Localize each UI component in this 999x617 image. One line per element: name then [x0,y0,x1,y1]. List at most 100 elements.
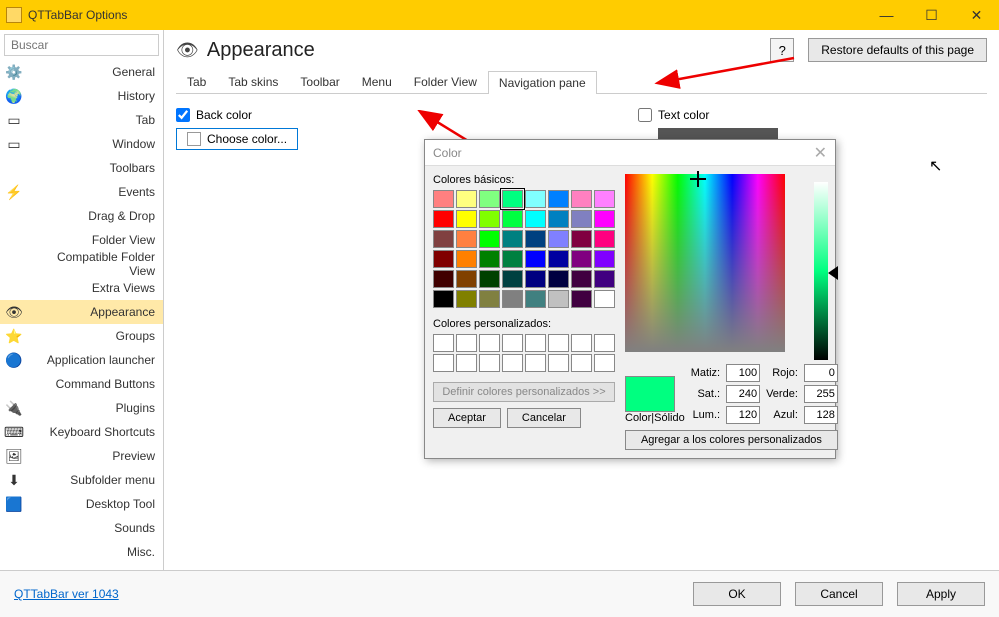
color-gradient-picker[interactable] [625,174,785,352]
search-input[interactable] [4,34,159,56]
basic-color-swatch[interactable] [594,230,615,248]
basic-color-swatch[interactable] [594,210,615,228]
tab-folder-view[interactable]: Folder View [403,70,488,93]
custom-color-slot[interactable] [433,334,454,352]
sidebar-item-desktop-tool[interactable]: 🟦Desktop Tool [0,492,163,516]
apply-button[interactable]: Apply [897,582,985,606]
basic-color-swatch[interactable] [433,290,454,308]
basic-color-swatch[interactable] [571,230,592,248]
sidebar-item-events[interactable]: ⚡Events [0,180,163,204]
custom-color-slot[interactable] [525,334,546,352]
close-button[interactable]: ✕ [954,0,999,30]
sidebar-item-misc-[interactable]: Misc. [0,540,163,564]
sidebar-item-window[interactable]: ▭Window [0,132,163,156]
luminance-slider[interactable] [814,182,828,360]
basic-color-swatch[interactable] [433,210,454,228]
basic-color-swatch[interactable] [502,270,523,288]
sat-input[interactable] [726,385,760,403]
basic-color-swatch[interactable] [571,210,592,228]
basic-color-swatch[interactable] [479,290,500,308]
custom-color-slot[interactable] [456,334,477,352]
basic-color-swatch[interactable] [571,190,592,208]
basic-color-swatch[interactable] [479,270,500,288]
tab-tab[interactable]: Tab [176,70,217,93]
color-ok-button[interactable]: Aceptar [433,408,501,428]
basic-color-swatch[interactable] [479,190,500,208]
help-button[interactable]: ? [770,38,794,62]
basic-color-swatch[interactable] [433,230,454,248]
basic-color-swatch[interactable] [548,190,569,208]
basic-color-swatch[interactable] [502,230,523,248]
basic-color-swatch[interactable] [594,270,615,288]
color-cancel-button[interactable]: Cancelar [507,408,581,428]
custom-color-slot[interactable] [479,354,500,372]
basic-color-swatch[interactable] [548,270,569,288]
basic-color-swatch[interactable] [525,290,546,308]
custom-color-slot[interactable] [571,354,592,372]
custom-color-slot[interactable] [502,354,523,372]
basic-color-swatch[interactable] [525,250,546,268]
basic-color-swatch[interactable] [548,250,569,268]
back-color-checkbox[interactable] [176,108,190,122]
choose-color-button[interactable]: Choose color... [176,128,298,150]
restore-defaults-button[interactable]: Restore defaults of this page [808,38,987,62]
minimize-button[interactable]: — [864,0,909,30]
basic-color-swatch[interactable] [433,190,454,208]
cancel-footer-button[interactable]: Cancel [795,582,883,606]
green-input[interactable] [804,385,838,403]
basic-color-swatch[interactable] [548,290,569,308]
sidebar-item-plugins[interactable]: 🔌Plugins [0,396,163,420]
sidebar-item-keyboard-shortcuts[interactable]: ⌨Keyboard Shortcuts [0,420,163,444]
basic-color-swatch[interactable] [571,270,592,288]
sidebar-item-command-buttons[interactable]: Command Buttons [0,372,163,396]
basic-color-swatch[interactable] [433,250,454,268]
sidebar-item-preview[interactable]: 🖼Preview [0,444,163,468]
basic-color-swatch[interactable] [525,230,546,248]
custom-color-slot[interactable] [571,334,592,352]
basic-color-swatch[interactable] [502,250,523,268]
hue-input[interactable] [726,364,760,382]
blue-input[interactable] [804,406,838,424]
custom-color-slot[interactable] [594,354,615,372]
tab-menu[interactable]: Menu [351,70,403,93]
custom-color-slot[interactable] [456,354,477,372]
basic-color-swatch[interactable] [525,210,546,228]
basic-color-swatch[interactable] [525,190,546,208]
custom-color-slot[interactable] [479,334,500,352]
sidebar-item-subfolder-menu[interactable]: ⬇Subfolder menu [0,468,163,492]
sidebar-item-general[interactable]: ⚙️General [0,60,163,84]
sidebar-item-tab[interactable]: ▭Tab [0,108,163,132]
sidebar-item-appearance[interactable]: 👁Appearance [0,300,163,324]
sidebar-item-groups[interactable]: ⭐Groups [0,324,163,348]
sidebar-item-application-launcher[interactable]: 🔵Application launcher [0,348,163,372]
basic-color-swatch[interactable] [594,290,615,308]
lum-input[interactable] [726,406,760,424]
sidebar-item-compatible-folder-view[interactable]: Compatible Folder View [0,252,163,276]
sidebar-item-extra-views[interactable]: Extra Views [0,276,163,300]
basic-color-swatch[interactable] [456,230,477,248]
basic-color-swatch[interactable] [456,270,477,288]
basic-color-swatch[interactable] [525,270,546,288]
ok-button[interactable]: OK [693,582,781,606]
sidebar-item-toolbars[interactable]: Toolbars [0,156,163,180]
basic-color-swatch[interactable] [456,190,477,208]
custom-color-slot[interactable] [594,334,615,352]
sidebar-item-drag-drop[interactable]: Drag & Drop [0,204,163,228]
basic-color-swatch[interactable] [479,210,500,228]
tab-toolbar[interactable]: Toolbar [289,70,350,93]
basic-color-swatch[interactable] [548,210,569,228]
basic-color-swatch[interactable] [456,290,477,308]
custom-color-slot[interactable] [548,354,569,372]
custom-color-slot[interactable] [548,334,569,352]
basic-color-swatch[interactable] [479,250,500,268]
tab-navigation-pane[interactable]: Navigation pane [488,71,597,94]
basic-color-swatch[interactable] [502,210,523,228]
basic-color-swatch[interactable] [502,190,523,208]
custom-color-slot[interactable] [525,354,546,372]
basic-color-swatch[interactable] [433,270,454,288]
custom-color-slot[interactable] [433,354,454,372]
basic-color-swatch[interactable] [548,230,569,248]
sidebar-item-sounds[interactable]: Sounds [0,516,163,540]
basic-color-swatch[interactable] [594,190,615,208]
version-link[interactable]: QTTabBar ver 1043 [14,587,679,601]
